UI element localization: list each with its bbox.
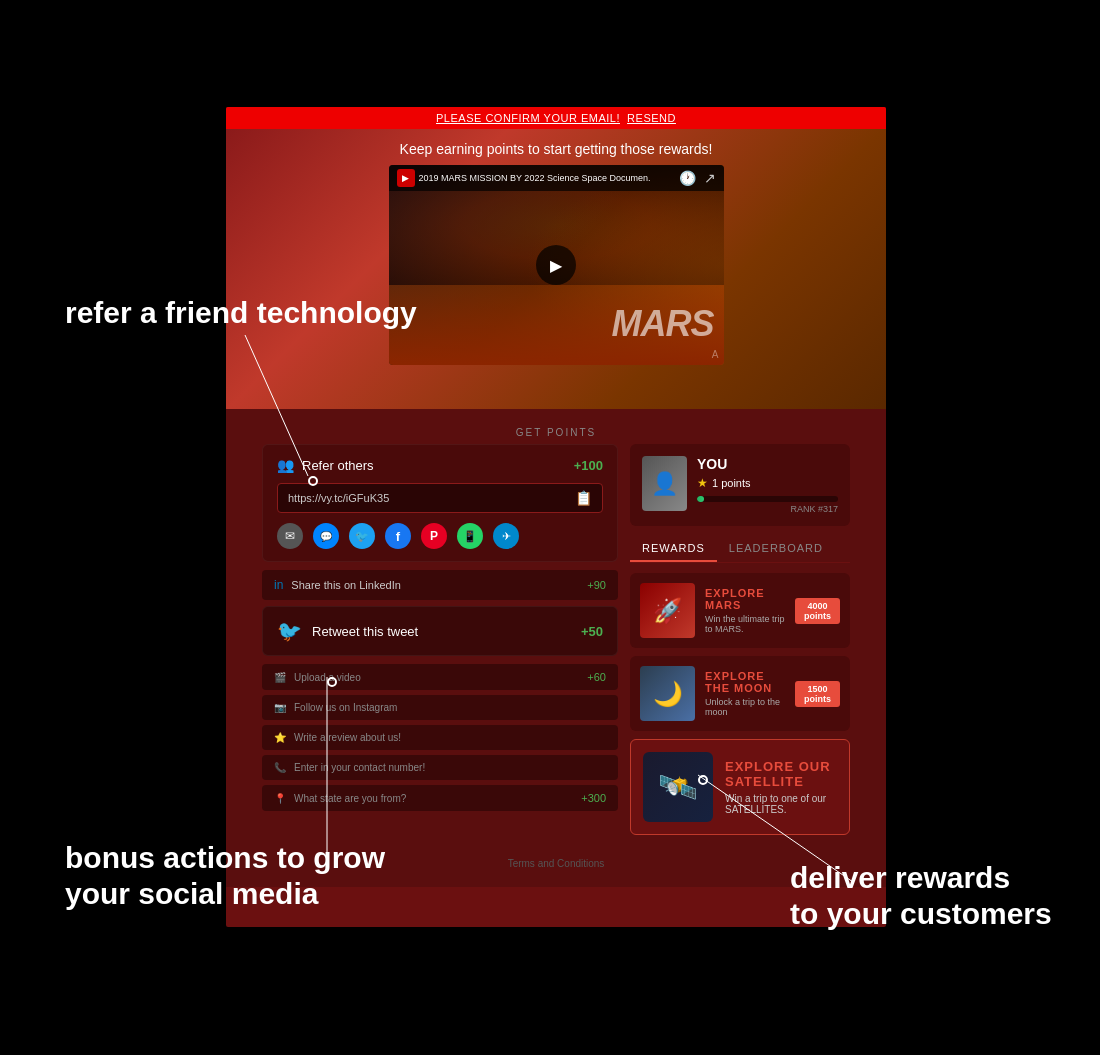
satellite-reward-image: 🛰️ xyxy=(643,752,713,822)
refer-card-header: 👥 Refer others +100 xyxy=(277,457,603,473)
retweet-label: Retweet this tweet xyxy=(312,624,418,639)
progress-fill xyxy=(697,496,704,502)
annotation-dot-3 xyxy=(698,775,708,785)
refer-others-label: Refer others xyxy=(302,458,374,473)
location-icon: 📍 xyxy=(274,793,286,804)
share-facebook-icon[interactable]: f xyxy=(385,523,411,549)
copy-icon[interactable]: 📋 xyxy=(575,490,592,506)
share-messenger-icon[interactable]: 💬 xyxy=(313,523,339,549)
write-review-action[interactable]: ⭐ Write a review about us! xyxy=(262,725,618,750)
retweet-card[interactable]: 🐦 Retweet this tweet +50 xyxy=(262,606,618,656)
reward-card-mars[interactable]: 🚀 EXPLORE MARS Win the ultimate trip to … xyxy=(630,573,850,648)
moon-reward-info: EXPLORE THE MOON Unlock a trip to the mo… xyxy=(705,670,785,717)
main-content: 👥 Refer others +100 https://vy.tc/iGFuK3… xyxy=(246,444,866,843)
get-points-section: GET POINTS 👥 Refer others +100 xyxy=(226,409,886,887)
video-controls: 🕐 ↗ xyxy=(679,170,716,186)
hero-text: Keep earning points to start getting tho… xyxy=(400,129,713,165)
yt-icon: ▶ xyxy=(397,169,415,187)
user-avatar: 👤 xyxy=(642,456,687,511)
email-bar-text: PLEASE CONFIRM YOUR EMAIL! xyxy=(436,112,620,124)
annotation-bonus-actions: bonus actions to grow your social media xyxy=(65,840,385,912)
mars-text: MARS xyxy=(612,303,714,345)
mars-reward-points: 4000points xyxy=(795,598,840,624)
reward-card-moon[interactable]: 🌙 EXPLORE THE MOON Unlock a trip to the … xyxy=(630,656,850,731)
twitter-icon: 🐦 xyxy=(277,619,302,643)
linkedin-action[interactable]: in Share this on LinkedIn +90 xyxy=(262,570,618,600)
browser-window: PLEASE CONFIRM YOUR EMAIL! RESEND Keep e… xyxy=(226,107,886,927)
mars-reward-info: EXPLORE MARS Win the ultimate trip to MA… xyxy=(705,587,785,634)
video-watermark: A xyxy=(712,349,719,360)
refer-card-title: 👥 Refer others xyxy=(277,457,374,473)
share-icons-row: ✉ 💬 🐦 f P 📱 ✈ xyxy=(277,523,603,549)
linkedin-action-left: in Share this on LinkedIn xyxy=(274,578,401,592)
tabs-row: REWARDS LEADERBOARD xyxy=(630,536,850,563)
review-icon: ⭐ xyxy=(274,732,286,743)
user-points-text: 1 points xyxy=(712,477,751,489)
mars-reward-title: EXPLORE MARS xyxy=(705,587,785,611)
refer-others-card: 👥 Refer others +100 https://vy.tc/iGFuK3… xyxy=(262,444,618,562)
hero-section: Keep earning points to start getting tho… xyxy=(226,129,886,409)
rank-text: RANK #317 xyxy=(697,504,838,514)
contact-number-action[interactable]: 📞 Enter in your contact number! xyxy=(262,755,618,780)
video-play-button[interactable]: ▶ xyxy=(536,245,576,285)
upload-video-action[interactable]: 🎬 Upload a video +60 xyxy=(262,664,618,690)
progress-bar xyxy=(697,496,838,502)
video-title: 2019 MARS MISSION BY 2022 Science Space … xyxy=(419,173,651,183)
annotation-dot-1 xyxy=(308,476,318,486)
user-name: YOU xyxy=(697,456,838,472)
retweet-left: 🐦 Retweet this tweet xyxy=(277,619,418,643)
retweet-points: +50 xyxy=(581,624,603,639)
user-info: YOU ★ 1 points RANK #317 xyxy=(697,456,838,514)
share-whatsapp-icon[interactable]: 📱 xyxy=(457,523,483,549)
annotation-dot-2 xyxy=(327,677,337,687)
referral-url-text: https://vy.tc/iGFuK35 xyxy=(288,492,575,504)
state-action[interactable]: 📍 What state are you from? +300 xyxy=(262,785,618,811)
resend-link[interactable]: RESEND xyxy=(627,112,676,124)
moon-reward-image: 🌙 xyxy=(640,666,695,721)
state-label: What state are you from? xyxy=(294,793,406,804)
refer-icon: 👥 xyxy=(277,457,294,473)
star-icon: ★ xyxy=(697,476,708,490)
share-pinterest-icon[interactable]: P xyxy=(421,523,447,549)
moon-reward-desc: Unlock a trip to the moon xyxy=(705,697,785,717)
email-confirmation-bar: PLEASE CONFIRM YOUR EMAIL! RESEND xyxy=(226,107,886,129)
tab-leaderboard[interactable]: LEADERBOARD xyxy=(717,536,835,562)
refer-points-badge: +100 xyxy=(574,458,603,473)
upload-video-points: +60 xyxy=(587,671,606,683)
write-review-label: Write a review about us! xyxy=(294,732,401,743)
annotation-deliver-rewards: deliver rewards to your customers xyxy=(790,860,1052,932)
satellite-reward-info: EXPLORE OUR SATELLITE Win a trip to one … xyxy=(725,759,837,815)
follow-instagram-action[interactable]: 📷 Follow us on Instagram xyxy=(262,695,618,720)
instagram-icon: 📷 xyxy=(274,702,286,713)
video-bar: ▶ 2019 MARS MISSION BY 2022 Science Spac… xyxy=(389,165,724,191)
user-points-row: ★ 1 points xyxy=(697,476,838,490)
user-card: 👤 YOU ★ 1 points RANK #317 xyxy=(630,444,850,526)
mars-reward-image: 🚀 xyxy=(640,583,695,638)
mars-reward-desc: Win the ultimate trip to MARS. xyxy=(705,614,785,634)
video-thumbnail[interactable]: ▶ 2019 MARS MISSION BY 2022 Science Spac… xyxy=(389,165,724,365)
right-panel: 👤 YOU ★ 1 points RANK #317 xyxy=(630,444,850,843)
moon-reward-points: 1500points xyxy=(795,681,840,707)
state-points: +300 xyxy=(581,792,606,804)
share-email-icon[interactable]: ✉ xyxy=(277,523,303,549)
share-telegram-icon[interactable]: ✈ xyxy=(493,523,519,549)
satellite-reward-desc: Win a trip to one of our SATELLITES. xyxy=(725,793,837,815)
linkedin-points: +90 xyxy=(587,579,606,591)
annotation-refer-friend: refer a friend technology xyxy=(65,295,417,331)
phone-icon: 📞 xyxy=(274,762,286,773)
satellite-reward-title: EXPLORE OUR SATELLITE xyxy=(725,759,837,789)
play-icon: ▶ xyxy=(550,256,562,275)
contact-number-label: Enter in your contact number! xyxy=(294,762,425,773)
upload-icon: 🎬 xyxy=(274,672,286,683)
actions-panel: 👥 Refer others +100 https://vy.tc/iGFuK3… xyxy=(262,444,618,843)
get-points-label: GET POINTS xyxy=(246,419,866,444)
moon-reward-title: EXPLORE THE MOON xyxy=(705,670,785,694)
follow-instagram-label: Follow us on Instagram xyxy=(294,702,397,713)
tab-rewards[interactable]: REWARDS xyxy=(630,536,717,562)
referral-url-box[interactable]: https://vy.tc/iGFuK35 📋 xyxy=(277,483,603,513)
linkedin-icon: in xyxy=(274,578,283,592)
share-twitter-icon[interactable]: 🐦 xyxy=(349,523,375,549)
reward-card-satellite[interactable]: 🛰️ EXPLORE OUR SATELLITE Win a trip to o… xyxy=(630,739,850,835)
linkedin-label: Share this on LinkedIn xyxy=(291,579,400,591)
